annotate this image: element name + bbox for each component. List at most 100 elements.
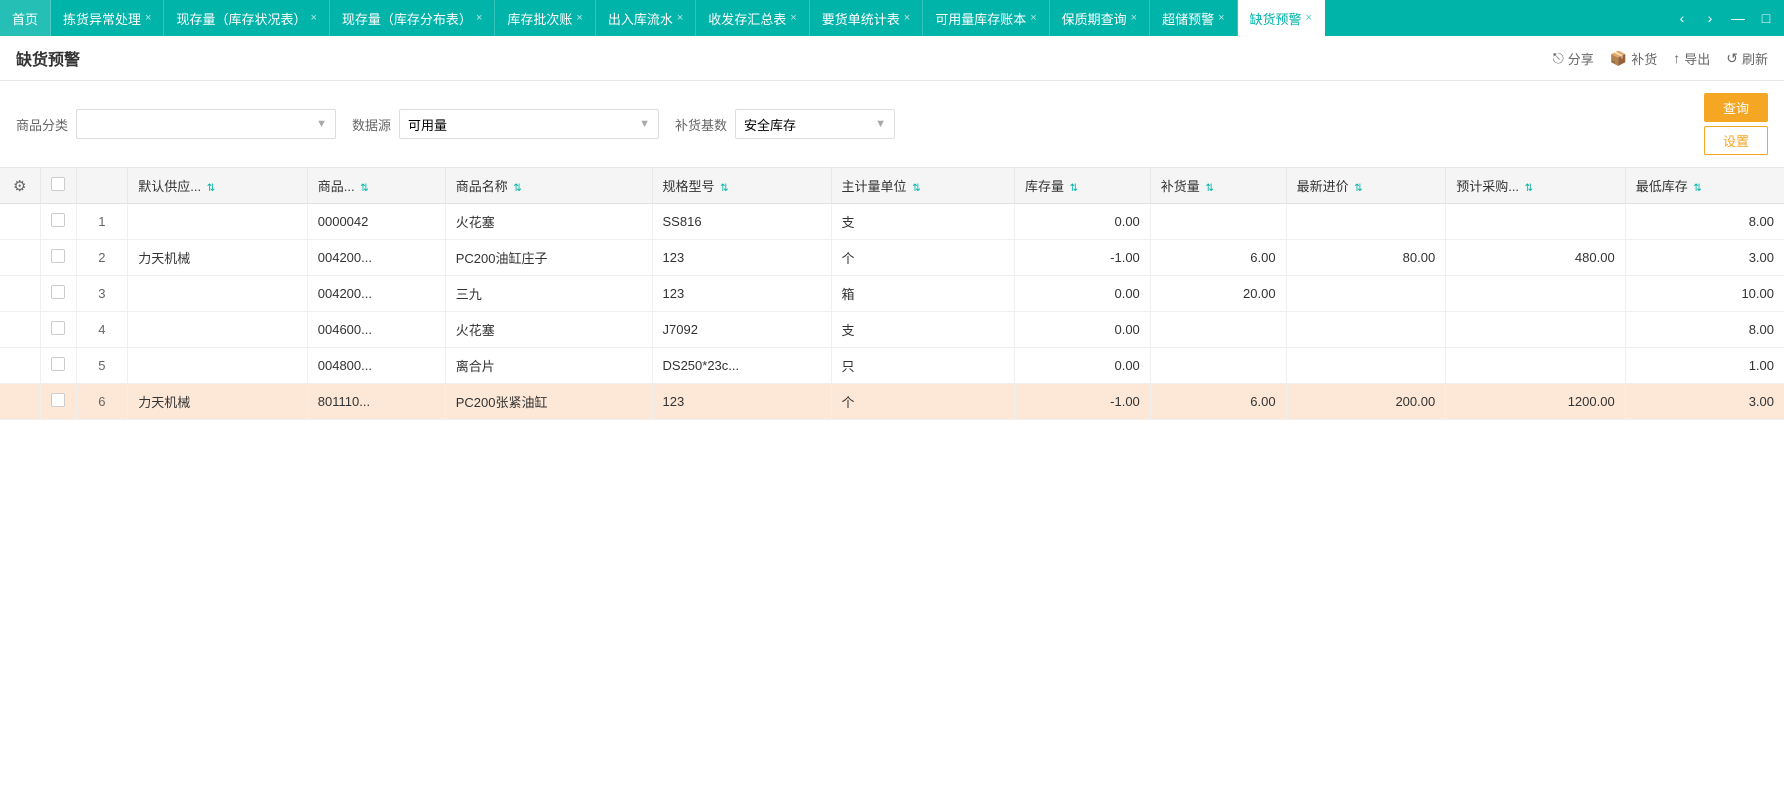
nav-tab-home[interactable]: 首页 [0, 0, 51, 36]
row-checkbox-1[interactable] [51, 249, 65, 263]
th-num [76, 168, 128, 204]
row-checkbox-0[interactable] [51, 213, 65, 227]
td-num-5: 6 [76, 384, 128, 420]
nav-tab-exception-close[interactable]: × [145, 12, 151, 24]
settings-button[interactable]: 设置 [1704, 126, 1768, 155]
nav-tab-stock-dist-close[interactable]: × [476, 12, 482, 24]
td-checkbox-5[interactable] [40, 384, 76, 420]
nav-tab-batch[interactable]: 库存批次账 × [495, 0, 595, 36]
share-button[interactable]: ⎋ 分享 [1553, 49, 1594, 68]
td-latest-price-0 [1286, 204, 1446, 240]
nav-tab-expiry[interactable]: 保质期查询 × [1050, 0, 1150, 36]
row-checkbox-3[interactable] [51, 321, 65, 335]
th-restock-qty[interactable]: 补货量 ⇅ [1150, 168, 1286, 204]
th-code-label: 商品... [318, 179, 355, 194]
td-est-purchase-2 [1446, 276, 1625, 312]
td-latest-price-1: 80.00 [1286, 240, 1446, 276]
td-checkbox-1[interactable] [40, 240, 76, 276]
restock-button[interactable]: 📦 补货 [1610, 49, 1657, 68]
category-filter-label: 商品分类 [16, 115, 68, 134]
td-est-purchase-1: 480.00 [1446, 240, 1625, 276]
td-spec-3: J7092 [652, 312, 831, 348]
restock-base-chevron-icon: ▼ [875, 118, 886, 130]
th-supplier[interactable]: 默认供应... ⇅ [128, 168, 307, 204]
nav-minimize-button[interactable]: — [1724, 4, 1752, 32]
table-row: 1 0000042 火花塞 SS816 支 0.00 8.00 [0, 204, 1784, 240]
nav-tab-shortage-close[interactable]: × [1306, 12, 1312, 24]
refresh-button[interactable]: ↺ 刷新 [1726, 49, 1768, 68]
gear-settings-icon[interactable]: ⚙ [10, 177, 30, 195]
nav-tab-available-ledger-close[interactable]: × [1030, 12, 1036, 24]
nav-maximize-button[interactable]: □ [1752, 4, 1780, 32]
td-code-2: 004200... [307, 276, 445, 312]
nav-next-button[interactable]: › [1696, 4, 1724, 32]
th-est-purchase[interactable]: 预计采购... ⇅ [1446, 168, 1625, 204]
nav-tab-overstock-close[interactable]: × [1218, 12, 1224, 24]
td-min-stock-4: 1.00 [1625, 348, 1784, 384]
nav-tab-expiry-close[interactable]: × [1131, 12, 1137, 24]
td-supplier-1: 力天机械 [128, 240, 307, 276]
th-checkbox[interactable] [40, 168, 76, 204]
td-spec-2: 123 [652, 276, 831, 312]
nav-tab-stock-status-close[interactable]: × [310, 12, 316, 24]
th-unit[interactable]: 主计量单位 ⇅ [831, 168, 1014, 204]
nav-tab-batch-close[interactable]: × [576, 12, 582, 24]
td-unit-5: 个 [831, 384, 1014, 420]
nav-prev-button[interactable]: ‹ [1668, 4, 1696, 32]
td-num-4: 5 [76, 348, 128, 384]
th-min-stock[interactable]: 最低库存 ⇅ [1625, 168, 1784, 204]
nav-tab-order-stats-close[interactable]: × [904, 12, 910, 24]
th-latest-price[interactable]: 最新进价 ⇅ [1286, 168, 1446, 204]
td-est-purchase-5: 1200.00 [1446, 384, 1625, 420]
td-gear-1 [0, 240, 40, 276]
nav-tab-batch-label: 库存批次账 [507, 9, 572, 28]
row-checkbox-5[interactable] [51, 393, 65, 407]
td-restock-qty-2: 20.00 [1150, 276, 1286, 312]
td-num-1: 2 [76, 240, 128, 276]
top-nav: 首页 拣货异常处理 × 现存量（库存状况表） × 现存量（库存分布表） × 库存… [0, 0, 1784, 36]
refresh-icon: ↺ [1726, 50, 1738, 67]
th-min-stock-sort-icon: ⇅ [1693, 183, 1701, 194]
nav-tab-order-stats[interactable]: 要货单统计表 × [810, 0, 923, 36]
td-code-3: 004600... [307, 312, 445, 348]
nav-tab-inout-flow[interactable]: 出入库流水 × [596, 0, 696, 36]
td-name-2: 三九 [445, 276, 652, 312]
restock-base-select[interactable]: 安全库存 ▼ [735, 109, 895, 139]
td-gear-3 [0, 312, 40, 348]
share-label: 分享 [1568, 49, 1594, 68]
td-checkbox-3[interactable] [40, 312, 76, 348]
nav-tab-inout-flow-close[interactable]: × [677, 12, 683, 24]
td-checkbox-0[interactable] [40, 204, 76, 240]
nav-tab-receive-summary[interactable]: 收发存汇总表 × [696, 0, 809, 36]
header-checkbox[interactable] [51, 177, 65, 191]
th-name[interactable]: 商品名称 ⇅ [445, 168, 652, 204]
nav-tab-available-ledger[interactable]: 可用量库存账本 × [923, 0, 1049, 36]
row-checkbox-4[interactable] [51, 357, 65, 371]
td-code-1: 004200... [307, 240, 445, 276]
row-checkbox-2[interactable] [51, 285, 65, 299]
nav-tab-stock-dist[interactable]: 现存量（库存分布表） × [330, 0, 495, 36]
nav-tab-shortage[interactable]: 缺货预警 × [1238, 0, 1325, 36]
th-gear[interactable]: ⚙ [0, 168, 40, 204]
nav-tab-overstock[interactable]: 超储预警 × [1150, 0, 1237, 36]
nav-tab-receive-summary-close[interactable]: × [790, 12, 796, 24]
td-spec-4: DS250*23c... [652, 348, 831, 384]
category-select[interactable]: ▼ [76, 109, 336, 139]
th-code[interactable]: 商品... ⇅ [307, 168, 445, 204]
td-spec-5: 123 [652, 384, 831, 420]
export-button[interactable]: ↑ 导出 [1673, 49, 1710, 68]
datasource-select[interactable]: 可用量 ▼ [399, 109, 659, 139]
nav-tab-stock-dist-label: 现存量（库存分布表） [342, 9, 472, 28]
td-checkbox-2[interactable] [40, 276, 76, 312]
th-latest-price-label: 最新进价 [1297, 179, 1349, 194]
nav-tab-exception[interactable]: 拣货异常处理 × [51, 0, 164, 36]
td-num-2: 3 [76, 276, 128, 312]
td-min-stock-2: 10.00 [1625, 276, 1784, 312]
td-checkbox-4[interactable] [40, 348, 76, 384]
nav-tab-stock-status[interactable]: 现存量（库存状况表） × [164, 0, 329, 36]
th-spec[interactable]: 规格型号 ⇅ [652, 168, 831, 204]
restock-icon: 📦 [1610, 50, 1627, 67]
table-body: 1 0000042 火花塞 SS816 支 0.00 8.00 2 力天机械 0… [0, 204, 1784, 420]
th-stock[interactable]: 库存量 ⇅ [1015, 168, 1151, 204]
query-button[interactable]: 查询 [1704, 93, 1768, 122]
